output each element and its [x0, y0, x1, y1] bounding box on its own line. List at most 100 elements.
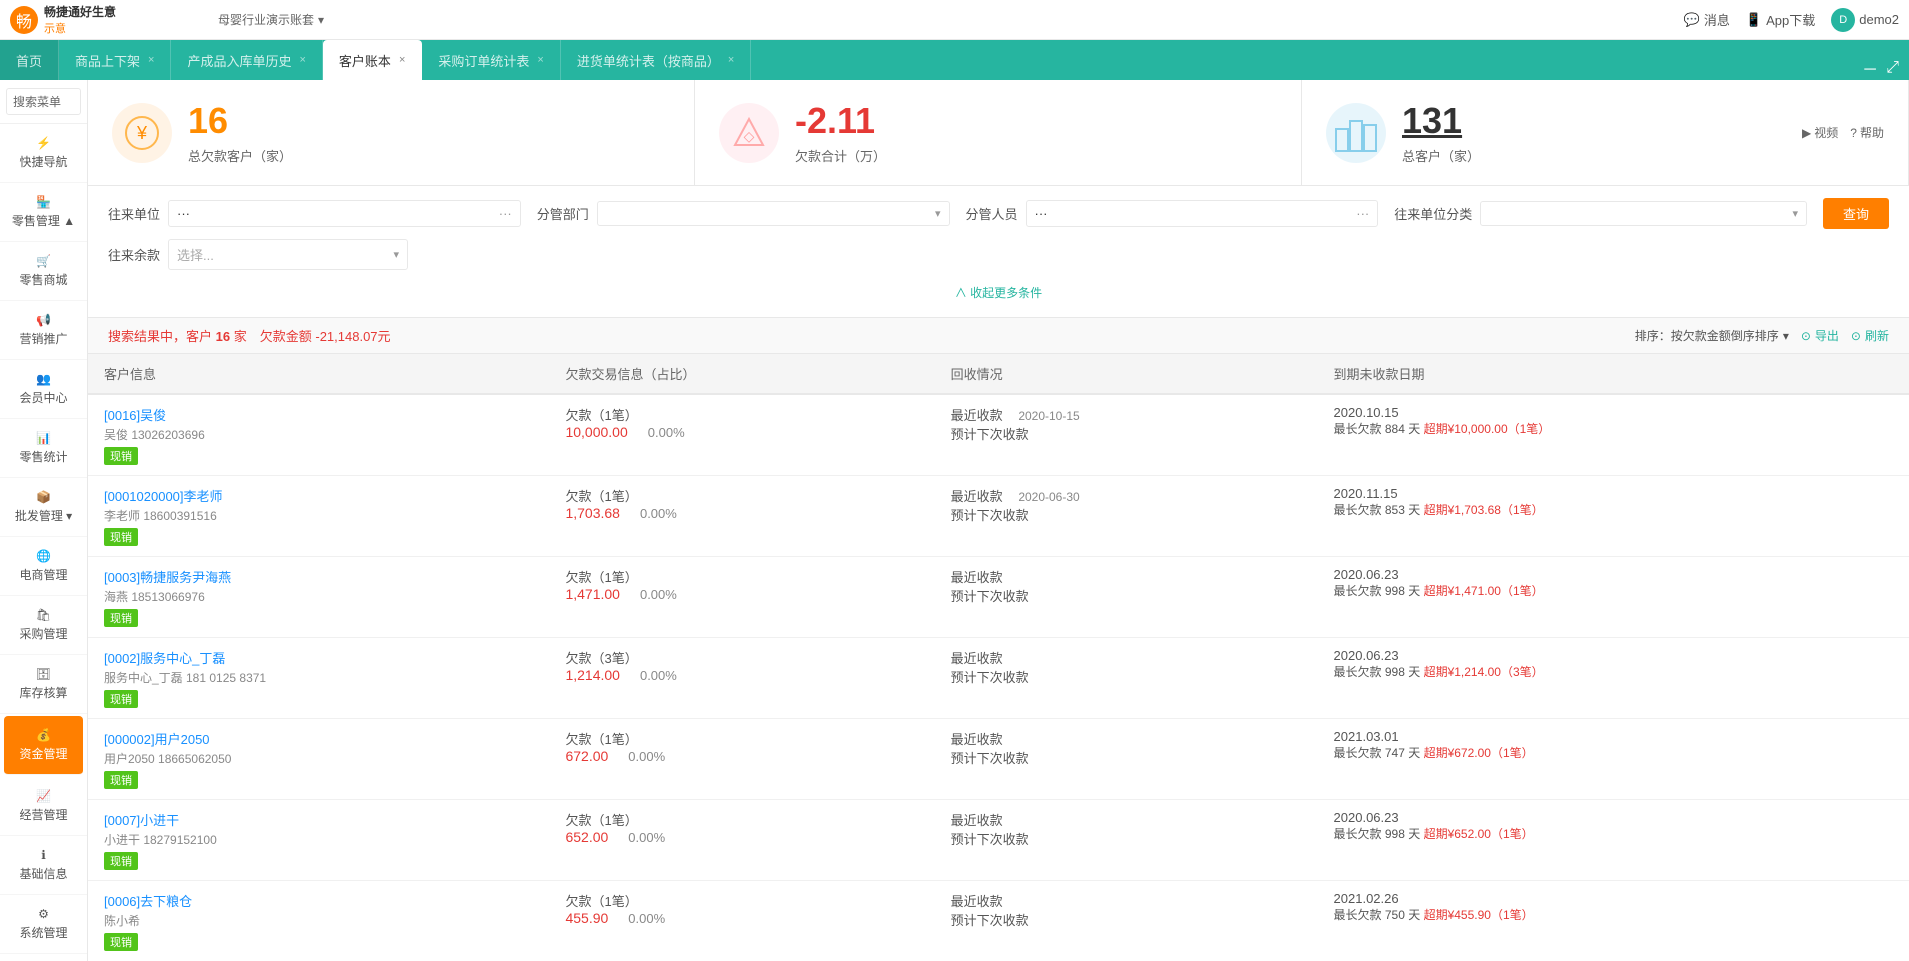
refresh-btn[interactable]: ⊙ 刷新	[1851, 327, 1889, 344]
customer-name-link-4[interactable]: [000002]用户2050	[104, 729, 533, 748]
customer-name-link-0[interactable]: [0016]吴俊	[104, 405, 533, 424]
customer-sub-0: 吴俊 13026203696	[104, 426, 533, 443]
retail-mall-label: 零售商城	[19, 271, 67, 288]
table-row: [0007]小进干 小进干 18279152100 现销 欠款（1笔） 652.…	[88, 800, 1909, 881]
tab-expand-icon[interactable]: ⤢	[1886, 59, 1899, 77]
filter-category-select[interactable]: ▾	[1480, 201, 1807, 226]
sidebar-item-base-info[interactable]: ℹ 基础信息	[0, 836, 87, 895]
table-header-row: 客户信息 欠款交易信息（占比） 回收情况 到期未收款日期	[88, 354, 1909, 394]
tab-home[interactable]: 首页	[0, 40, 59, 80]
collapse-btn[interactable]: ∧ 收起更多条件	[108, 280, 1889, 305]
video-btn[interactable]: ▶ 视频	[1802, 124, 1838, 141]
top-bar: 畅 畅捷通好生意 示意 母婴行业演示账套 ▾ 💬 消息 📱 App下载 D	[0, 0, 1909, 40]
stat-card-1: ¥ 16 总欠款客户（家）	[88, 80, 695, 185]
customer-name-link-5[interactable]: [0007]小进干	[104, 810, 533, 829]
customer-name-link-6[interactable]: [0006]去下粮仓	[104, 891, 533, 910]
sidebar-item-purchase[interactable]: 🛍 采购管理	[0, 596, 87, 655]
tab-shrink-icon[interactable]: －	[1862, 56, 1878, 80]
user-menu-btn[interactable]: D demo2	[1831, 8, 1899, 32]
sidebar-item-system[interactable]: ⚙ 系统管理	[0, 895, 87, 954]
tab-customer-account-close[interactable]: ×	[399, 54, 405, 66]
last-collect-label-2: 最近收款	[951, 570, 1003, 585]
sidebar-item-retail-mall[interactable]: 🛒 零售商城	[0, 242, 87, 301]
help-btn[interactable]: ? 帮助	[1850, 124, 1884, 141]
result-info: 搜索结果中，客户 16 家 欠款金额 -21,148.07元	[108, 326, 391, 345]
overdue-link-0[interactable]: 超期¥10,000.00（1笔）	[1424, 422, 1551, 436]
owe-percent-4: 0.00%	[628, 749, 665, 764]
overdue-link-4[interactable]: 超期¥672.00（1笔）	[1424, 746, 1534, 760]
marketing-icon: 📢	[36, 313, 51, 327]
export-icon: ⊙	[1801, 329, 1811, 343]
industry-select[interactable]: 母婴行业演示账套 ▾	[218, 11, 324, 28]
sidebar-item-quick-nav[interactable]: ⚡ 快捷导航	[0, 124, 87, 183]
stat-label-3: 总客户（家）	[1402, 146, 1480, 165]
overdue-date-3: 2020.06.23	[1334, 648, 1893, 663]
svg-text:¥: ¥	[136, 123, 148, 143]
help-icon: ?	[1850, 126, 1857, 140]
tab-purchase-order[interactable]: 采购订单统计表 ×	[422, 40, 560, 80]
sidebar-item-operations[interactable]: 📈 经营管理	[0, 777, 87, 836]
customer-name-link-3[interactable]: [0002]服务中心_丁磊	[104, 648, 533, 667]
tab-production-history-close[interactable]: ×	[299, 54, 305, 66]
export-btn[interactable]: ⊙ 导出	[1801, 327, 1839, 344]
tab-products-offshelf[interactable]: 商品上下架 ×	[59, 40, 171, 80]
logo-sub: 示意	[44, 20, 116, 36]
tab-purchase-order-close[interactable]: ×	[537, 54, 543, 66]
overdue-link-1[interactable]: 超期¥1,703.68（1笔）	[1424, 503, 1544, 517]
message-btn[interactable]: 💬 消息	[1684, 10, 1730, 29]
overdue-link-5[interactable]: 超期¥652.00（1笔）	[1424, 827, 1534, 841]
filter-person-input[interactable]: ···	[1026, 200, 1379, 227]
sort-select[interactable]: 排序：按欠款金额倒序排序 ▾	[1635, 327, 1789, 344]
customer-name-link-2[interactable]: [0003]畅捷服务尹海燕	[104, 567, 533, 586]
filter-balance-select[interactable]: 选择... ▾	[168, 239, 408, 270]
sidebar-search-area: 搜索菜单	[0, 80, 87, 124]
owe-count-6: 欠款（1笔）	[565, 891, 918, 910]
last-collect-label-3: 最近收款	[951, 651, 1003, 666]
table-row: [0016]吴俊 吴俊 13026203696 现销 欠款（1笔） 10,000…	[88, 394, 1909, 476]
collection-info-1: 最近收款 2020-06-30	[951, 486, 1302, 505]
sidebar-item-inventory[interactable]: 🗄 库存核算	[0, 655, 87, 714]
tab-purchase-stats-close[interactable]: ×	[728, 54, 734, 66]
stat-label-2: 欠款合计（万）	[795, 146, 886, 165]
cell-owe-4: 欠款（1笔） 672.00 0.00%	[549, 719, 934, 800]
sidebar-search-btn[interactable]: 搜索菜单	[6, 88, 81, 115]
cell-customer-6: [0006]去下粮仓 陈小希 现销	[88, 881, 549, 961]
sidebar-item-retail-mgmt[interactable]: 🏪 零售管理 ▲	[0, 183, 87, 242]
owe-count-1: 欠款（1笔）	[565, 486, 918, 505]
filter-balance-label: 往来余款	[108, 245, 160, 264]
sidebar-item-ecommerce[interactable]: 🌐 电商管理	[0, 537, 87, 596]
cell-overdue-0: 2020.10.15 最长欠款 884 天 超期¥10,000.00（1笔）	[1318, 394, 1909, 476]
overdue-date-4: 2021.03.01	[1334, 729, 1893, 744]
tab-production-history[interactable]: 产成品入库单历史 ×	[171, 40, 322, 80]
logo-name: 畅捷通好生意	[44, 3, 116, 20]
table-row: [0002]服务中心_丁磊 服务中心_丁磊 181 0125 8371 现销 欠…	[88, 638, 1909, 719]
cell-collection-6: 最近收款 预计下次收款	[935, 881, 1318, 961]
main-area: 搜索菜单 ⚡ 快捷导航 🏪 零售管理 ▲ 🛒 零售商城 📢 营销推广 👥 会员中…	[0, 80, 1909, 961]
tab-purchase-stats[interactable]: 进货单统计表（按商品） ×	[561, 40, 751, 80]
search-btn[interactable]: 查询	[1823, 198, 1889, 229]
customer-tag-1: 现销	[104, 528, 138, 546]
sidebar-item-retail-stats[interactable]: 📊 零售统计	[0, 419, 87, 478]
sidebar-item-enterprise[interactable]: 🏢 企业协同	[0, 954, 87, 961]
overdue-link-6[interactable]: 超期¥455.90（1笔）	[1424, 908, 1534, 922]
top-bar-right: 💬 消息 📱 App下载 D demo2	[1684, 8, 1899, 32]
tab-customer-account[interactable]: 客户账本 ×	[323, 40, 422, 80]
cell-overdue-3: 2020.06.23 最长欠款 998 天 超期¥1,214.00（3笔）	[1318, 638, 1909, 719]
sidebar-item-marketing[interactable]: 📢 营销推广	[0, 301, 87, 360]
sidebar-item-member[interactable]: 👥 会员中心	[0, 360, 87, 419]
collection-info-4: 最近收款	[951, 729, 1302, 748]
filter-balance-arrow: ▾	[393, 248, 399, 261]
tab-products-offshelf-close[interactable]: ×	[148, 54, 154, 66]
sidebar-item-finance[interactable]: 💰 资金管理	[4, 716, 83, 775]
customer-name-link-1[interactable]: [0001020000]李老师	[104, 486, 533, 505]
base-info-icon: ℹ	[41, 848, 46, 862]
table-body: [0016]吴俊 吴俊 13026203696 现销 欠款（1笔） 10,000…	[88, 394, 1909, 961]
overdue-link-2[interactable]: 超期¥1,471.00（1笔）	[1424, 584, 1544, 598]
app-download-btn[interactable]: 📱 App下载	[1746, 10, 1815, 29]
filter-unit-input[interactable]: ···	[168, 200, 521, 227]
customer-tag-4: 现销	[104, 771, 138, 789]
tab-bar: 首页 商品上下架 × 产成品入库单历史 × 客户账本 × 采购订单统计表 × 进…	[0, 40, 1909, 80]
sidebar-item-batch-mgmt[interactable]: 📦 批发管理 ▾	[0, 478, 87, 537]
overdue-link-3[interactable]: 超期¥1,214.00（3笔）	[1424, 665, 1544, 679]
filter-dept-select[interactable]: ▾	[597, 201, 950, 226]
